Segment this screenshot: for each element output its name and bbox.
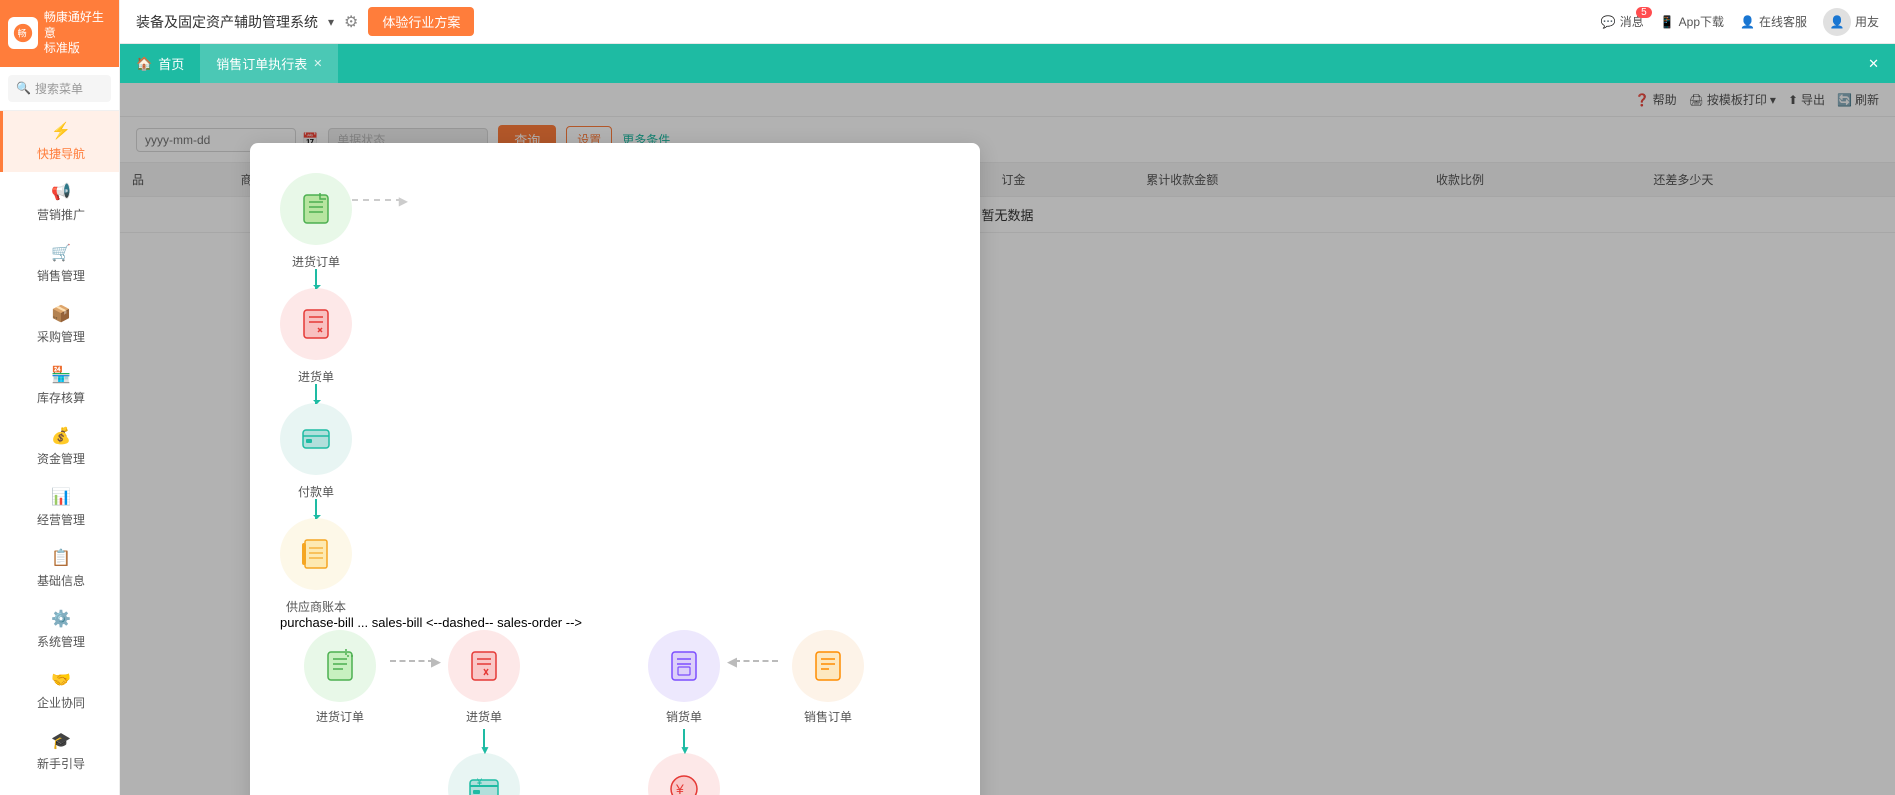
search-icon: 🔍	[16, 81, 31, 95]
payment-icon	[280, 403, 352, 475]
logo-text: 畅康通好生意 标准版	[44, 10, 111, 57]
settings-icon[interactable]: ⚙	[344, 12, 358, 32]
svg-text:畅: 畅	[17, 28, 26, 39]
app-download-action[interactable]: 📱 App下载	[1660, 13, 1724, 30]
supplier-ledger-node[interactable]: 供应商账本	[280, 518, 352, 615]
message-action[interactable]: 💬 消息 5	[1601, 13, 1644, 30]
finance-icon: 💰	[51, 426, 71, 446]
logo-icon: 畅	[8, 17, 38, 49]
home-icon: 🏠	[136, 56, 152, 72]
fn-purchase-order[interactable]: 进货订单	[290, 630, 390, 725]
supplier-ledger-label: 供应商账本	[286, 598, 346, 615]
purchase-bill-label: 进货单	[298, 368, 334, 385]
tab-home[interactable]: 🏠 首页	[120, 44, 200, 83]
arrow-v-2	[315, 385, 317, 403]
user-action[interactable]: 👤 用友	[1823, 8, 1879, 36]
operations-icon: 📊	[51, 487, 71, 507]
system-icon: ⚙️	[51, 609, 71, 629]
header-dropdown[interactable]: ▾	[328, 15, 334, 29]
sidebar-item-basic-info[interactable]: 📋 基础信息	[0, 538, 119, 599]
dropdown-arrow-icon: ▾	[328, 15, 334, 29]
supplier-ledger-icon	[280, 518, 352, 590]
tab-bar: 🏠 首页 销售订单执行表 ✕ ✕	[120, 44, 1895, 83]
quick-nav-modal: 进货订单 进货单	[250, 143, 980, 795]
arrow-sb-down: ▼	[634, 729, 734, 749]
sidebar-item-newbie[interactable]: 🎓 新手引导	[0, 721, 119, 782]
sidebar-item-operations[interactable]: 📊 经营管理	[0, 477, 119, 538]
sidebar-item-system[interactable]: ⚙️ 系统管理	[0, 599, 119, 660]
payment-label: 付款单	[298, 483, 334, 500]
newbie-icon: 🎓	[51, 731, 71, 751]
service-icon: 👤	[1740, 15, 1755, 29]
online-service-action[interactable]: 👤 在线客服	[1740, 13, 1807, 30]
marketing-icon: 📢	[51, 182, 71, 202]
sidebar-logo[interactable]: 畅 畅康通好生意 标准版	[0, 0, 119, 67]
basic-info-icon: 📋	[51, 548, 71, 568]
quick-nav-icon: ⚡	[51, 121, 71, 141]
sidebar-item-purchase[interactable]: 📦 采购管理	[0, 294, 119, 355]
sidebar-search-area: 🔍 搜索菜单	[0, 67, 119, 111]
purchase-icon: 📦	[51, 304, 71, 324]
payment-node[interactable]: 付款单	[280, 403, 352, 500]
main-content: ❓ 帮助 🖨 按模板打印 ▾ ⬆ 导出 🔄 刷新	[120, 83, 1895, 795]
flow-diagram: 进货订单 进货单	[280, 173, 950, 615]
enterprise-icon: 🤝	[51, 670, 71, 690]
experience-button[interactable]: 体验行业方案	[368, 7, 474, 36]
fn-receipt[interactable]: ¥ 收款单	[634, 753, 734, 795]
header-right: 💬 消息 5 📱 App下载 👤 在线客服 👤 用友	[1601, 8, 1879, 36]
sidebar-item-inventory[interactable]: 🏪 库存核算	[0, 355, 119, 416]
svg-text:¥: ¥	[476, 777, 483, 787]
top-header: 装备及固定资产辅助管理系统 ▾ ⚙ 体验行业方案 💬 消息 5 📱 App下载	[120, 0, 1895, 44]
inventory-icon: 🏪	[51, 365, 71, 385]
tab-close-icon[interactable]: ✕	[313, 57, 322, 70]
user-avatar: 👤	[1823, 8, 1851, 36]
fn-sales-order[interactable]: 销售订单	[778, 630, 878, 725]
arrow-po-to-pb: ▶	[390, 630, 434, 662]
sidebar-item-finance[interactable]: 💰 资金管理	[0, 416, 119, 477]
system-title: 装备及固定资产辅助管理系统	[136, 12, 318, 32]
sales-icon: 🛒	[51, 243, 71, 263]
tab-sales-order-exec[interactable]: 销售订单执行表 ✕	[200, 44, 338, 83]
sidebar-nav: ⚡ 快捷导航 📢 营销推广 🛒 销售管理 📦 采购管理 🏪 库存核算 💰	[0, 111, 119, 795]
fn-payment[interactable]: ¥ 付款单	[434, 753, 534, 795]
app-icon: 📱	[1660, 15, 1675, 29]
sidebar-item-enterprise[interactable]: 🤝 企业协同	[0, 660, 119, 721]
main-area: 装备及固定资产辅助管理系统 ▾ ⚙ 体验行业方案 💬 消息 5 📱 App下载	[120, 0, 1895, 795]
dashed-arrow-1: ▶	[352, 199, 402, 201]
header-left: 装备及固定资产辅助管理系统 ▾ ⚙ 体验行业方案	[136, 7, 474, 36]
message-badge: 5	[1636, 7, 1652, 18]
svg-text:¥: ¥	[675, 781, 684, 795]
purchase-bill-node[interactable]: 进货单	[280, 288, 352, 385]
sidebar: 畅 畅康通好生意 标准版 🔍 搜索菜单 ⚡ 快捷导航 📢 营销推广 🛒	[0, 0, 120, 795]
purchase-bill-icon	[280, 288, 352, 360]
tab-bar-close-icon[interactable]: ✕	[1852, 46, 1895, 82]
flow-section: purchase-bill ... sales-bill <--dashed--…	[280, 615, 950, 795]
purchase-order-node[interactable]: 进货订单	[280, 173, 352, 270]
fn-purchase-bill[interactable]: 进货单	[434, 630, 534, 725]
arrow-pb-down: ▼	[434, 729, 534, 749]
arrow-v-3	[315, 500, 317, 518]
sidebar-item-sales[interactable]: 🛒 销售管理	[0, 233, 119, 294]
sidebar-item-marketing[interactable]: 📢 营销推广	[0, 172, 119, 233]
search-menu-button[interactable]: 🔍 搜索菜单	[8, 75, 111, 102]
arrow-v-1	[315, 270, 317, 288]
fn-sales-bill[interactable]: 销货单	[634, 630, 734, 725]
purchase-order-label: 进货订单	[292, 253, 340, 270]
sidebar-item-quick-nav[interactable]: ⚡ 快捷导航	[0, 111, 119, 172]
message-icon: 💬	[1601, 15, 1616, 29]
arrow-so-to-sb: ◀	[734, 630, 778, 662]
purchase-order-icon	[280, 173, 352, 245]
